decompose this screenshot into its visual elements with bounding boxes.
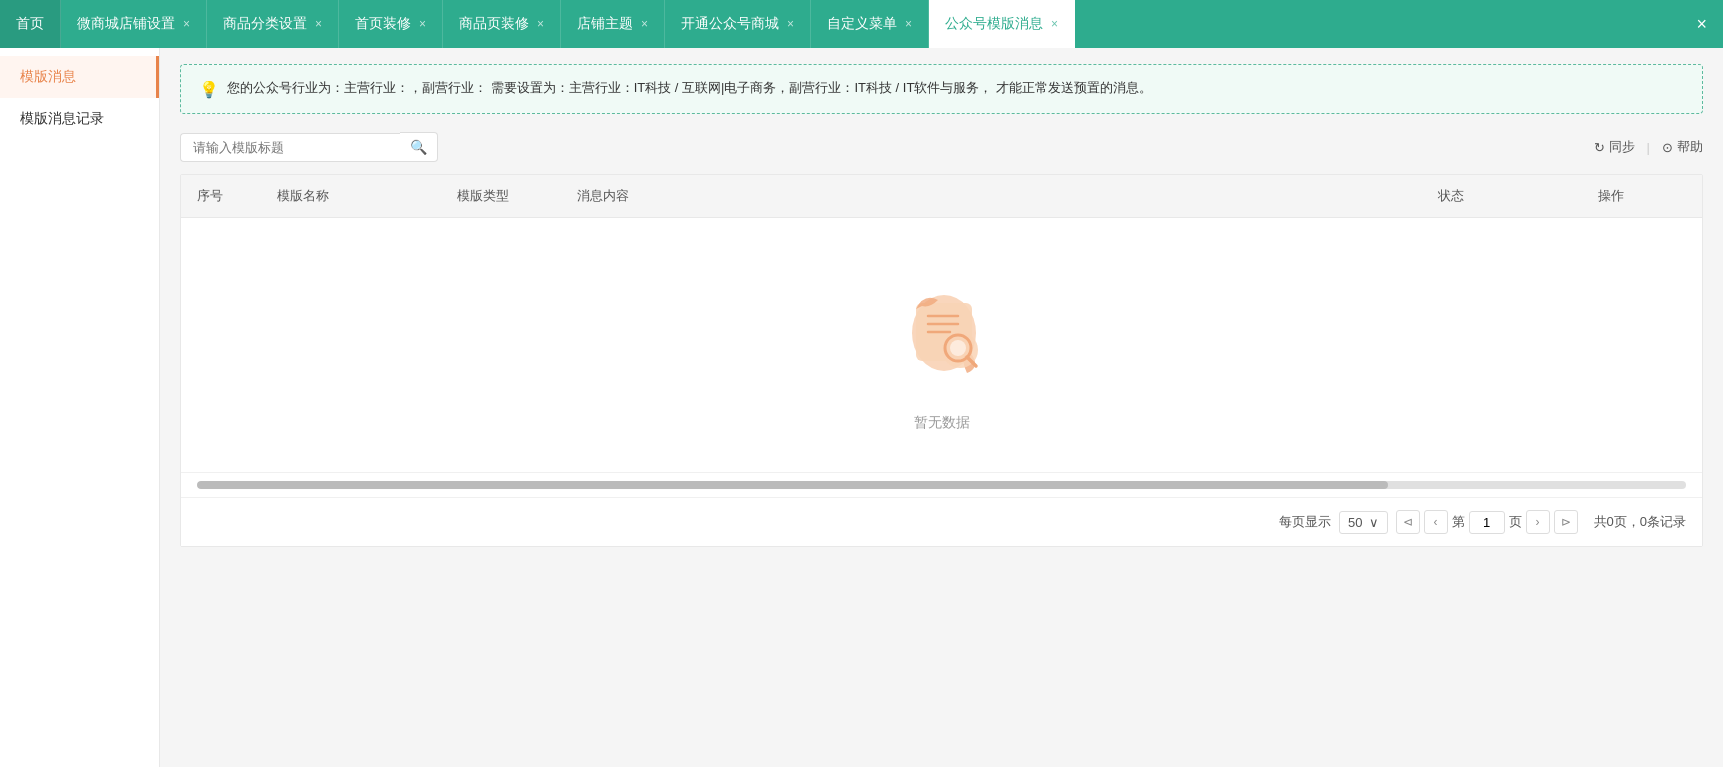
nav-tab-product-decor[interactable]: 商品页装修 × xyxy=(443,0,561,48)
close-all-button[interactable]: × xyxy=(1680,14,1723,35)
search-bar: 🔍 ↻ 同步 | ⊙ 帮助 xyxy=(180,132,1703,162)
nav-tab-micro-shop[interactable]: 微商城店铺设置 × xyxy=(61,0,207,48)
last-page-button[interactable]: ⊳ xyxy=(1554,510,1578,534)
prev-page-button[interactable]: ‹ xyxy=(1424,510,1448,534)
lightbulb-icon: 💡 xyxy=(199,80,219,99)
search-button[interactable]: 🔍 xyxy=(400,132,438,162)
main-content: 💡 您的公众号行业为：主营行业：，副营行业： 需要设置为：主营行业：IT科技 /… xyxy=(160,48,1723,767)
table-header: 序号 模版名称 模版类型 消息内容 状态 操作 xyxy=(181,175,1702,218)
nav-tab-label: 商品页装修 xyxy=(459,15,529,33)
sync-label: 同步 xyxy=(1609,138,1635,156)
close-icon[interactable]: × xyxy=(419,17,426,31)
page-size-label: 每页显示 xyxy=(1279,513,1331,531)
nav-tab-label: 开通公众号商城 xyxy=(681,15,779,33)
empty-icon xyxy=(882,278,1002,398)
chevron-down-icon: ∨ xyxy=(1369,515,1379,530)
col-content: 消息内容 xyxy=(561,175,1422,217)
nav-tab-template-msg[interactable]: 公众号模版消息 × xyxy=(929,0,1075,48)
nav-tab-custom-menu[interactable]: 自定义菜单 × xyxy=(811,0,929,48)
nav-tab-label: 首页装修 xyxy=(355,15,411,33)
nav-tab-label: 公众号模版消息 xyxy=(945,15,1043,33)
data-table: 序号 模版名称 模版类型 消息内容 状态 操作 xyxy=(180,174,1703,547)
first-page-button[interactable]: ⊲ xyxy=(1396,510,1420,534)
close-icon[interactable]: × xyxy=(315,17,322,31)
page-size-value: 50 xyxy=(1348,515,1362,530)
close-icon[interactable]: × xyxy=(537,17,544,31)
sidebar-item-template-msg[interactable]: 模版消息 xyxy=(0,56,159,98)
help-icon: ⊙ xyxy=(1662,140,1673,155)
svg-point-8 xyxy=(950,340,966,356)
page-unit: 页 xyxy=(1509,513,1522,531)
nav-tab-label: 微商城店铺设置 xyxy=(77,15,175,33)
empty-illustration xyxy=(882,278,1002,398)
close-icon[interactable]: × xyxy=(641,17,648,31)
col-status: 状态 xyxy=(1422,175,1582,217)
close-icon[interactable]: × xyxy=(1051,17,1058,31)
nav-tab-label: 店铺主题 xyxy=(577,15,633,33)
scrollbar-thumb xyxy=(197,481,1388,489)
page-navigation: ⊲ ‹ 第 页 › ⊳ xyxy=(1396,510,1578,534)
nav-tab-label: 商品分类设置 xyxy=(223,15,307,33)
empty-text: 暂无数据 xyxy=(914,414,970,432)
close-icon[interactable]: × xyxy=(787,17,794,31)
next-page-button[interactable]: › xyxy=(1526,510,1550,534)
search-icon: 🔍 xyxy=(410,139,427,155)
search-left: 🔍 xyxy=(180,132,438,162)
page-number-input[interactable] xyxy=(1469,511,1505,534)
sidebar-item-label: 模版消息 xyxy=(20,68,76,84)
sidebar: 模版消息 模版消息记录 xyxy=(0,48,160,767)
nav-tab-product-category[interactable]: 商品分类设置 × xyxy=(207,0,339,48)
top-navigation: 首页 微商城店铺设置 × 商品分类设置 × 首页装修 × 商品页装修 × 店铺主… xyxy=(0,0,1723,48)
nav-tab-home-decor[interactable]: 首页装修 × xyxy=(339,0,443,48)
search-right: ↻ 同步 | ⊙ 帮助 xyxy=(1594,138,1703,156)
nav-tab-label: 首页 xyxy=(16,15,44,33)
nav-tab-shop-theme[interactable]: 店铺主题 × xyxy=(561,0,665,48)
scrollbar-track xyxy=(197,481,1686,489)
nav-tab-home[interactable]: 首页 xyxy=(0,0,61,48)
nav-tab-open-wechat[interactable]: 开通公众号商城 × xyxy=(665,0,811,48)
sidebar-item-template-record[interactable]: 模版消息记录 xyxy=(0,98,159,140)
refresh-icon: ↻ xyxy=(1594,140,1605,155)
sidebar-item-label: 模版消息记录 xyxy=(20,110,104,126)
page-size-selector[interactable]: 50 ∨ xyxy=(1339,511,1387,534)
pagination: 每页显示 50 ∨ ⊲ ‹ 第 页 › ⊳ 共0页，0条记录 xyxy=(181,497,1702,546)
total-count: 共0页，0条记录 xyxy=(1594,513,1686,531)
empty-state: 暂无数据 xyxy=(181,218,1702,472)
horizontal-scrollbar[interactable] xyxy=(181,472,1702,497)
notice-text: 您的公众号行业为：主营行业：，副营行业： 需要设置为：主营行业：IT科技 / 互… xyxy=(227,79,1152,97)
col-action: 操作 xyxy=(1582,175,1702,217)
col-type: 模版类型 xyxy=(441,175,561,217)
page-label: 第 xyxy=(1452,513,1465,531)
sync-button[interactable]: ↻ 同步 xyxy=(1594,138,1635,156)
help-label: 帮助 xyxy=(1677,138,1703,156)
col-name: 模版名称 xyxy=(261,175,441,217)
close-icon[interactable]: × xyxy=(183,17,190,31)
notice-box: 💡 您的公众号行业为：主营行业：，副营行业： 需要设置为：主营行业：IT科技 /… xyxy=(180,64,1703,114)
page-layout: 模版消息 模版消息记录 💡 您的公众号行业为：主营行业：，副营行业： 需要设置为… xyxy=(0,48,1723,767)
close-icon[interactable]: × xyxy=(905,17,912,31)
col-index: 序号 xyxy=(181,175,261,217)
search-input[interactable] xyxy=(180,133,400,162)
help-button[interactable]: ⊙ 帮助 xyxy=(1662,138,1703,156)
divider: | xyxy=(1647,140,1650,155)
nav-tab-label: 自定义菜单 xyxy=(827,15,897,33)
